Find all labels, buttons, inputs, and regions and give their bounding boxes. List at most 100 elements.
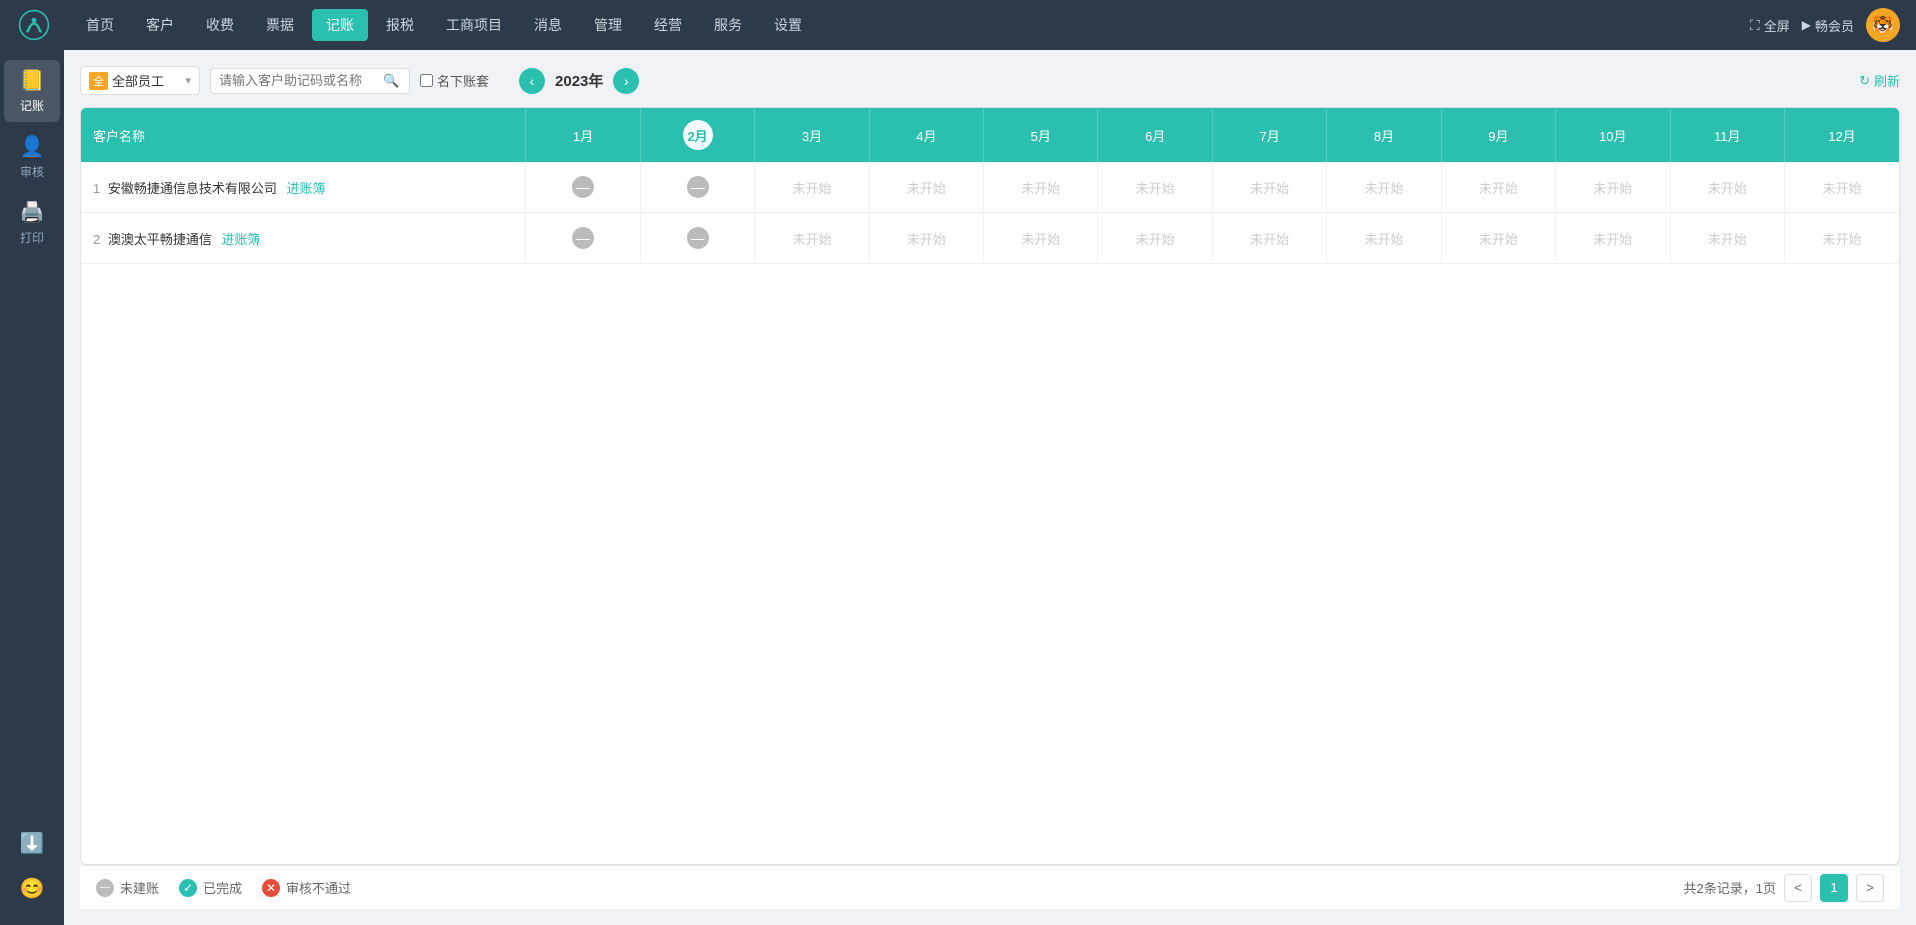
sidebar-item-user[interactable]: 😊 [4,868,60,909]
year-prev-button[interactable]: ‹ [519,68,545,94]
toolbar: 全 全部员工 ▾ 🔍 名下账套 ‹ 2023年 › [80,66,1900,95]
col-header-m7: 7月 [1212,108,1326,162]
footer: — 未建账 ✓ 已完成 ✕ 审核不通过 共2条记录，1页 < 1 > [80,865,1900,909]
left-sidebar: 📒 记账 👤 审核 🖨️ 打印 ⬇️ 😊 [0,50,64,925]
status-m9-row1: 未开始 [1441,162,1555,213]
row-number-2: 2 [93,232,100,247]
prev-page-button[interactable]: < [1784,874,1812,902]
nav-settings[interactable]: 设置 [760,9,816,41]
refresh-icon: ↻ [1859,73,1870,89]
status-m3-row1: 未开始 [755,162,869,213]
nav-service[interactable]: 服务 [700,9,756,41]
status-m1-row2: — [526,213,640,264]
nav-billing[interactable]: 收费 [192,9,248,41]
member-label: 畅会员 [1815,16,1854,35]
status-m6-row2: 未开始 [1098,213,1212,264]
legend-rejected: ✕ 审核不通过 [262,878,351,897]
main-layout: 📒 记账 👤 审核 🖨️ 打印 ⬇️ 😊 全 全部员工 ▾ [0,50,1916,925]
status-m9-row2: 未开始 [1441,213,1555,264]
main-content: 全 全部员工 ▾ 🔍 名下账套 ‹ 2023年 › [64,50,1916,925]
sidebar-item-bookkeeping[interactable]: 📒 记账 [4,60,60,122]
fullscreen-icon: ⛶ [1750,17,1760,34]
status-m12-row1: 未开始 [1784,162,1899,213]
nav-message[interactable]: 消息 [520,9,576,41]
print-icon: 🖨️ [20,200,45,225]
status-m6-row1: 未开始 [1098,162,1212,213]
top-navigation: 首页 客户 收费 票据 记账 报税 工商项目 消息 管理 经营 服务 设置 ⛶ … [0,0,1916,50]
my-accounts-checkbox[interactable] [420,74,433,87]
sidebar-item-audit[interactable]: 👤 审核 [4,126,60,188]
col-header-m6: 6月 [1098,108,1212,162]
nav-operation[interactable]: 经营 [640,9,696,41]
nav-manage[interactable]: 管理 [580,9,636,41]
table-row: 1 安徽畅捷通信息技术有限公司 进账簿 — — 未开始 未开始 [81,162,1899,213]
client-name-1: 安徽畅捷通信息技术有限公司 [108,181,277,196]
row-number-1: 1 [93,181,100,196]
status-m11-row1: 未开始 [1670,162,1784,213]
table-row: 2 澳澳太平畅捷通信 进账簿 — — 未开始 未开始 [81,213,1899,264]
col-header-m5: 5月 [984,108,1098,162]
col-header-m11: 11月 [1670,108,1784,162]
user-icon: 😊 [20,876,45,901]
enter-ledger-link-2[interactable]: 进账簿 [222,232,261,247]
status-m7-row1: 未开始 [1212,162,1326,213]
play-icon: ▶ [1802,18,1811,32]
current-page-button[interactable]: 1 [1820,874,1848,902]
legend-completed: ✓ 已完成 [179,878,242,897]
nav-right-area: ⛶ 全屏 ▶ 畅会员 🐯 [1750,8,1900,42]
col-header-m4: 4月 [869,108,983,162]
next-page-button[interactable]: > [1856,874,1884,902]
app-logo[interactable] [16,7,52,43]
col-header-m8: 8月 [1327,108,1441,162]
dash-icon: — [572,176,594,198]
nav-customer[interactable]: 客户 [132,9,188,41]
fullscreen-button[interactable]: ⛶ 全屏 [1750,16,1790,35]
download-icon: ⬇️ [20,831,45,856]
legend-not-created: — 未建账 [96,878,159,897]
year-navigation: ‹ 2023年 › [519,68,639,94]
dash-icon: — [687,176,709,198]
bookkeeping-icon: 📒 [20,68,45,93]
user-avatar[interactable]: 🐯 [1866,8,1900,42]
year-next-button[interactable]: › [613,68,639,94]
search-icon[interactable]: 🔍 [383,73,399,89]
total-info: 共2条记录，1页 [1684,878,1776,897]
search-input[interactable] [219,73,379,88]
status-m3-row2: 未开始 [755,213,869,264]
sidebar-audit-label: 审核 [20,163,44,180]
status-m1-row1: — [526,162,640,213]
nav-home[interactable]: 首页 [72,9,128,41]
not-created-icon: — [96,879,114,897]
col-header-m2: 2月 [640,108,754,162]
nav-bookkeeping[interactable]: 记账 [312,9,368,41]
employee-filter-select[interactable]: 全 全部员工 ▾ [80,66,200,95]
nav-invoice[interactable]: 票据 [252,9,308,41]
col-header-client: 客户名称 [81,108,526,162]
refresh-button[interactable]: ↻ 刷新 [1859,71,1900,90]
rejected-icon: ✕ [262,879,280,897]
refresh-label: 刷新 [1874,71,1900,90]
nav-menu: 首页 客户 收费 票据 记账 报税 工商项目 消息 管理 经营 服务 设置 [72,9,1750,41]
status-m8-row2: 未开始 [1327,213,1441,264]
sidebar-bottom: ⬇️ 😊 [4,823,60,925]
sidebar-item-download[interactable]: ⬇️ [4,823,60,864]
pagination: 共2条记录，1页 < 1 > [1684,874,1884,902]
year-display: 2023年 [555,70,603,91]
current-month-indicator: 2月 [683,120,713,150]
sidebar-item-print[interactable]: 🖨️ 打印 [4,192,60,254]
completed-label: 已完成 [203,878,242,897]
employee-filter-value: 全部员工 [112,71,181,90]
table-scroll-area[interactable]: 客户名称 1月 2月 3月 4月 5月 6月 7月 8月 9月 [81,108,1899,864]
nav-tax[interactable]: 报税 [372,9,428,41]
chevron-down-icon: ▾ [185,74,191,87]
my-accounts-checkbox-label[interactable]: 名下账套 [420,71,489,90]
sidebar-bookkeeping-label: 记账 [20,97,44,114]
nav-business[interactable]: 工商项目 [432,9,516,41]
search-box: 🔍 [210,68,410,94]
rejected-label: 审核不通过 [286,878,351,897]
status-m2-row2: — [640,213,754,264]
fullscreen-label: 全屏 [1764,16,1790,35]
enter-ledger-link-1[interactable]: 进账簿 [287,181,326,196]
member-button[interactable]: ▶ 畅会员 [1802,16,1854,35]
audit-icon: 👤 [20,134,45,159]
